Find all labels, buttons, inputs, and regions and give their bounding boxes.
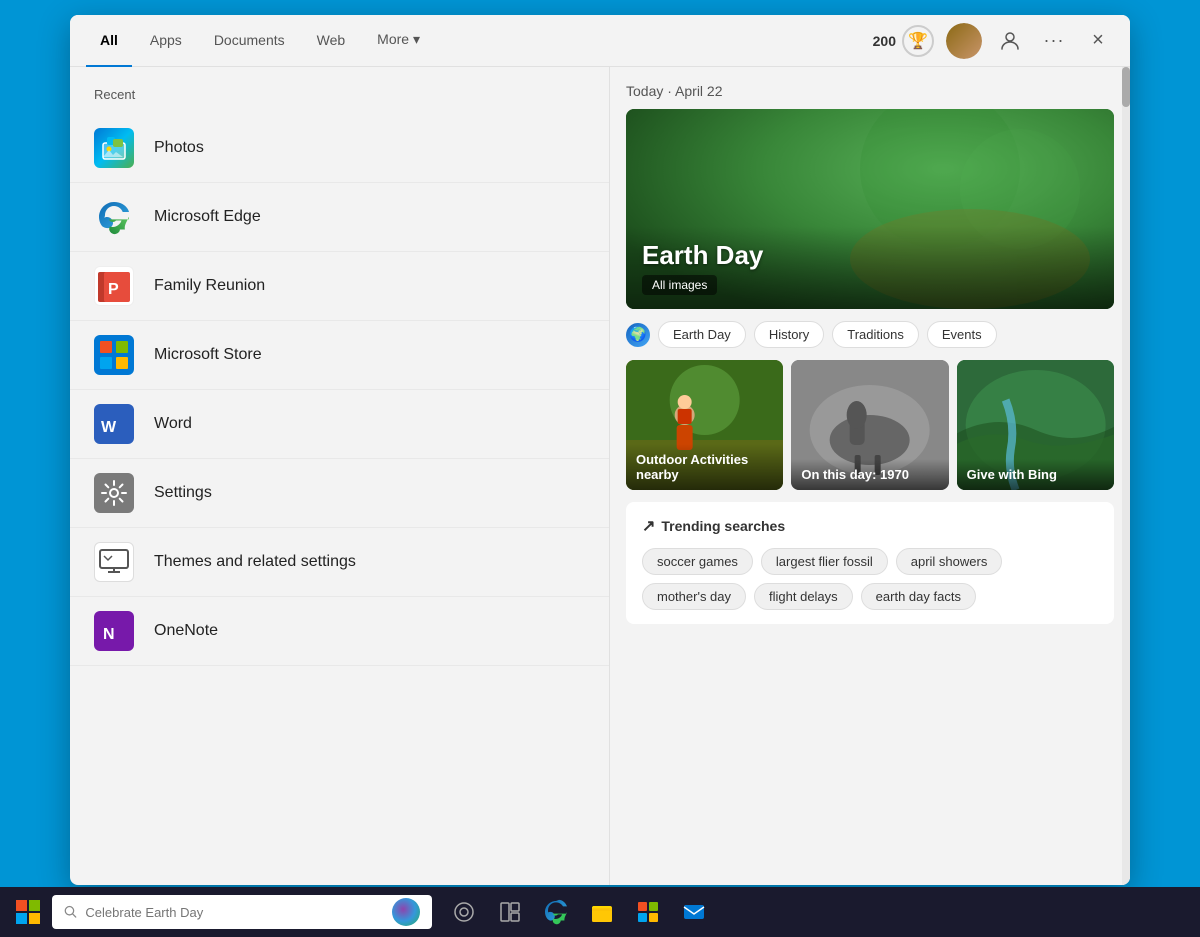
panel-header: All Apps Documents Web More ▾ 200 🏆 <box>70 15 1130 67</box>
app-name-themes: Themes and related settings <box>154 553 356 571</box>
small-cards: Outdoor Activities nearby <box>626 360 1114 490</box>
earth-day-text: Earth Day All images <box>626 226 1114 309</box>
app-name-store: Microsoft Store <box>154 346 262 364</box>
tag-events[interactable]: Events <box>927 321 997 348</box>
tag-history[interactable]: History <box>754 321 824 348</box>
trending-header: ↗ Trending searches <box>642 516 1098 536</box>
taskbar <box>0 887 1200 937</box>
search-icon <box>64 904 77 920</box>
tab-apps[interactable]: Apps <box>136 15 196 67</box>
list-item[interactable]: W Word <box>70 390 609 459</box>
tag-traditions[interactable]: Traditions <box>832 321 919 348</box>
avatar-image <box>946 23 982 59</box>
avatar[interactable] <box>946 23 982 59</box>
earth-day-card[interactable]: Earth Day All images <box>626 109 1114 309</box>
header-right: 200 🏆 ··· × <box>873 23 1114 59</box>
tags-row: 🌍 Earth Day History Traditions Events <box>626 321 1114 348</box>
app-name-settings: Settings <box>154 484 212 502</box>
tab-documents[interactable]: Documents <box>200 15 299 67</box>
snap-layout-button[interactable] <box>494 896 526 928</box>
windows-logo <box>16 900 40 924</box>
list-item[interactable]: P Family Reunion <box>70 252 609 321</box>
list-item[interactable]: Photos <box>70 114 609 183</box>
store-taskbar-icon[interactable] <box>632 896 664 928</box>
ppt-icon: P <box>94 266 134 306</box>
card-history[interactable]: On this day: 1970 <box>791 360 948 490</box>
themes-icon <box>94 542 134 582</box>
history-label: On this day: 1970 <box>791 459 948 490</box>
trend-april-showers[interactable]: april showers <box>896 548 1003 575</box>
word-icon: W <box>94 404 134 444</box>
svg-text:N: N <box>103 626 115 643</box>
file-explorer-button[interactable] <box>586 896 618 928</box>
bing-label: Give with Bing <box>957 459 1114 490</box>
mail-taskbar-icon[interactable] <box>678 896 710 928</box>
edge-icon <box>94 197 134 237</box>
edge-taskbar-icon[interactable] <box>540 896 572 928</box>
scrollbar[interactable] <box>1122 67 1130 885</box>
right-content: Today · April 22 Earth Day All images 🌍 <box>610 67 1130 885</box>
trend-soccer-games[interactable]: soccer games <box>642 548 753 575</box>
photos-icon <box>94 128 134 168</box>
score-badge: 200 🏆 <box>873 25 934 57</box>
search-panel: All Apps Documents Web More ▾ 200 🏆 <box>70 15 1130 885</box>
app-name-word: Word <box>154 415 192 433</box>
tab-more[interactable]: More ▾ <box>363 15 434 67</box>
task-view-button[interactable] <box>448 896 480 928</box>
settings-icon <box>94 473 134 513</box>
start-button[interactable] <box>12 896 44 928</box>
app-name-edge: Microsoft Edge <box>154 208 261 226</box>
app-name-family-reunion: Family Reunion <box>154 277 265 295</box>
sidebar: Recent Photos <box>70 67 610 885</box>
list-item[interactable]: N OneNote <box>70 597 609 666</box>
app-name-onenote: OneNote <box>154 622 218 640</box>
more-options-icon[interactable]: ··· <box>1038 25 1070 57</box>
taskbar-search-bar[interactable] <box>52 895 432 929</box>
trend-flight-delays[interactable]: flight delays <box>754 583 853 610</box>
user-icon[interactable] <box>994 25 1026 57</box>
trending-pills: soccer games largest flier fossil april … <box>642 548 1098 610</box>
outdoor-label: Outdoor Activities nearby <box>626 444 783 490</box>
trend-earth-day-facts[interactable]: earth day facts <box>861 583 976 610</box>
earth-day-title: Earth Day <box>642 240 1098 271</box>
tab-all[interactable]: All <box>86 15 132 67</box>
card-bing[interactable]: Give with Bing <box>957 360 1114 490</box>
trend-mothers-day[interactable]: mother's day <box>642 583 746 610</box>
scroll-thumb[interactable] <box>1122 67 1130 107</box>
all-images-button[interactable]: All images <box>642 275 717 295</box>
svg-text:P: P <box>108 281 119 298</box>
list-item[interactable]: Settings <box>70 459 609 528</box>
tab-web[interactable]: Web <box>303 15 360 67</box>
app-name-photos: Photos <box>154 139 204 157</box>
list-item[interactable]: Microsoft Edge <box>70 183 609 252</box>
tag-earth-day[interactable]: Earth Day <box>658 321 746 348</box>
card-outdoor[interactable]: Outdoor Activities nearby <box>626 360 783 490</box>
onenote-icon: N <box>94 611 134 651</box>
panel-body: Recent Photos <box>70 67 1130 885</box>
recent-label: Recent <box>70 87 609 114</box>
svg-text:W: W <box>101 419 117 436</box>
search-input[interactable] <box>85 905 384 920</box>
bing-orb-icon <box>392 898 420 926</box>
list-item[interactable]: Themes and related settings <box>70 528 609 597</box>
trending-section: ↗ Trending searches soccer games largest… <box>626 502 1114 624</box>
taskbar-icons <box>448 896 710 928</box>
close-button[interactable]: × <box>1082 25 1114 57</box>
trend-largest-flier[interactable]: largest flier fossil <box>761 548 888 575</box>
trophy-icon[interactable]: 🏆 <box>902 25 934 57</box>
list-item[interactable]: Microsoft Store <box>70 321 609 390</box>
date-header: Today · April 22 <box>626 83 1114 99</box>
store-icon <box>94 335 134 375</box>
globe-icon: 🌍 <box>626 323 650 347</box>
